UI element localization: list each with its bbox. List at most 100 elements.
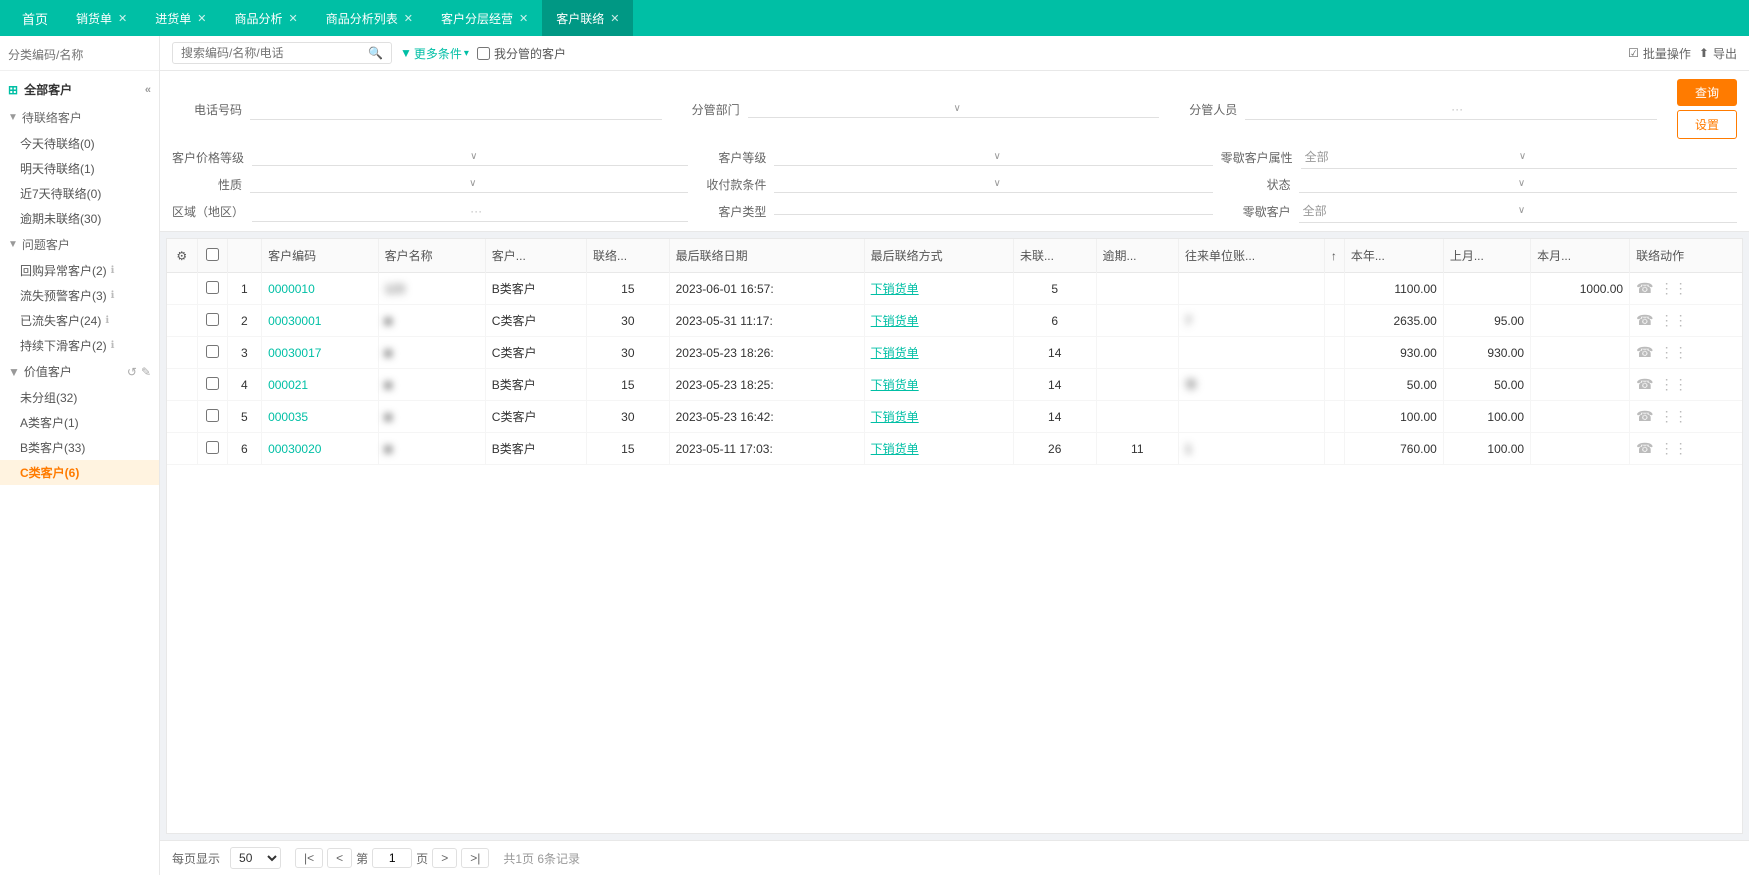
close-product-list-icon[interactable]: ✕	[404, 12, 413, 25]
more-icon[interactable]: ⋮⋮	[1660, 440, 1688, 457]
sidebar-item-c-class[interactable]: C类客户(6)	[0, 460, 159, 485]
close-customer-contact-icon[interactable]: ✕	[610, 12, 619, 25]
nav-sales[interactable]: 销货单 ✕	[62, 0, 141, 36]
phone-input[interactable]	[250, 99, 662, 120]
th-last-month[interactable]: 上月...	[1443, 239, 1530, 273]
contact-icon[interactable]: ☎	[1636, 312, 1653, 329]
refresh-icon[interactable]: ↺	[127, 365, 137, 379]
sidebar-group-problem[interactable]: ▼ 问题客户	[0, 231, 159, 258]
more-icon[interactable]: ⋮⋮	[1660, 312, 1688, 329]
th-overdue[interactable]: 逾期...	[1096, 239, 1179, 273]
th-last-contact-date[interactable]: 最后联络日期	[669, 239, 864, 273]
row-checkbox[interactable]	[206, 441, 219, 454]
td-last-contact-way[interactable]: 下销货单	[864, 337, 1013, 369]
td-code[interactable]: 000035	[262, 401, 379, 433]
td-last-contact-way[interactable]: 下销货单	[864, 433, 1013, 465]
more-icon[interactable]: ⋮⋮	[1660, 376, 1688, 393]
dept-select[interactable]: ∨	[748, 100, 1160, 118]
row-checkbox[interactable]	[206, 377, 219, 390]
td-last-contact-way[interactable]: 下销货单	[864, 273, 1013, 305]
sidebar-group-pending[interactable]: ▼ 待联络客户	[0, 104, 159, 131]
manager-select[interactable]: ···	[1245, 99, 1657, 120]
th-sort[interactable]: ↑	[1324, 239, 1344, 273]
th-last-contact-way[interactable]: 最后联络方式	[864, 239, 1013, 273]
nav-customer-segment[interactable]: 客户分层经营 ✕	[427, 0, 542, 36]
collapse-icon[interactable]: «	[145, 84, 151, 96]
nav-home[interactable]: 首页	[8, 0, 62, 36]
th-name[interactable]: 客户名称	[378, 239, 485, 273]
sidebar-item-a-class[interactable]: A类客户(1)	[0, 410, 159, 435]
payment-select[interactable]: ∨	[774, 175, 1212, 193]
page-number-input[interactable]	[372, 848, 412, 868]
th-unlinkdays[interactable]: 未联...	[1013, 239, 1096, 273]
row-checkbox[interactable]	[206, 313, 219, 326]
td-last-contact-way[interactable]: 下销货单	[864, 369, 1013, 401]
contact-icon[interactable]: ☎	[1636, 408, 1653, 425]
sidebar-group-value[interactable]: ▼ 价值客户 ↺ ✎	[0, 358, 159, 385]
more-conditions-btn[interactable]: ▼ 更多条件 ▾	[400, 45, 469, 62]
sidebar-item-overdue[interactable]: 逾期未联络(30)	[0, 206, 159, 231]
close-customer-segment-icon[interactable]: ✕	[519, 12, 528, 25]
th-history-amount[interactable]: 往来单位账...	[1179, 239, 1325, 273]
my-customers-checkbox[interactable]	[477, 47, 490, 60]
nature-select[interactable]: ∨	[250, 175, 688, 193]
region-select[interactable]: ···	[252, 201, 688, 222]
td-check[interactable]	[197, 273, 227, 305]
select-all-checkbox[interactable]	[206, 248, 219, 261]
per-page-select[interactable]: 50 100 200	[230, 847, 281, 869]
row-checkbox[interactable]	[206, 345, 219, 358]
filter-search-icon[interactable]: 🔍	[368, 46, 383, 60]
sidebar-item-today[interactable]: 今天待联络(0)	[0, 131, 159, 156]
sidebar-item-abnormal-repurchase[interactable]: 回购异常客户(2) ℹ	[0, 258, 159, 283]
query-btn[interactable]: 查询	[1677, 79, 1737, 106]
more-icon[interactable]: ⋮⋮	[1660, 280, 1688, 297]
settings-btn[interactable]: 设置	[1677, 110, 1737, 139]
td-check[interactable]	[197, 369, 227, 401]
close-sales-icon[interactable]: ✕	[118, 12, 127, 25]
sidebar-item-ungrouped[interactable]: 未分组(32)	[0, 385, 159, 410]
retail-customer-select[interactable]: 全部 ∨	[1299, 199, 1737, 223]
sidebar-item-churned[interactable]: 已流失客户(24) ℹ	[0, 308, 159, 333]
td-check[interactable]	[197, 433, 227, 465]
batch-op-btn[interactable]: ☑ 批量操作	[1628, 45, 1691, 62]
nav-product-analysis[interactable]: 商品分析 ✕	[220, 0, 311, 36]
row-checkbox[interactable]	[206, 281, 219, 294]
more-icon[interactable]: ⋮⋮	[1660, 408, 1688, 425]
td-code[interactable]: 00030020	[262, 433, 379, 465]
sidebar-search-input[interactable]	[8, 48, 160, 62]
td-code[interactable]: 00030001	[262, 305, 379, 337]
row-checkbox[interactable]	[206, 409, 219, 422]
sidebar-item-declining[interactable]: 持续下滑客户(2) ℹ	[0, 333, 159, 358]
sidebar-item-churn-warning[interactable]: 流失预警客户(3) ℹ	[0, 283, 159, 308]
td-check[interactable]	[197, 401, 227, 433]
contact-icon[interactable]: ☎	[1636, 344, 1653, 361]
prev-page-btn[interactable]: <	[327, 848, 352, 868]
th-gear[interactable]: ⚙	[167, 239, 197, 273]
sidebar-item-tomorrow[interactable]: 明天待联络(1)	[0, 156, 159, 181]
td-last-contact-way[interactable]: 下销货单	[864, 401, 1013, 433]
th-code[interactable]: 客户编码	[262, 239, 379, 273]
th-this-month[interactable]: 本月...	[1531, 239, 1630, 273]
sidebar-item-7days[interactable]: 近7天待联络(0)	[0, 181, 159, 206]
th-contact[interactable]: 联络...	[587, 239, 670, 273]
th-check[interactable]	[197, 239, 227, 273]
td-check[interactable]	[197, 305, 227, 337]
more-icon[interactable]: ⋮⋮	[1660, 344, 1688, 361]
customer-value-select[interactable]: ∨	[252, 148, 688, 166]
next-page-btn[interactable]: >	[432, 848, 457, 868]
filter-search-input[interactable]	[181, 46, 364, 60]
close-purchase-icon[interactable]: ✕	[197, 12, 206, 25]
close-product-analysis-icon[interactable]: ✕	[289, 12, 298, 25]
customer-level-select[interactable]: ∨	[774, 148, 1212, 166]
td-last-contact-way[interactable]: 下销货单	[864, 305, 1013, 337]
nav-product-analysis-list[interactable]: 商品分析列表 ✕	[312, 0, 427, 36]
my-customers-checkbox-label[interactable]: 我分管的客户	[477, 45, 566, 62]
td-code[interactable]: 00030017	[262, 337, 379, 369]
contact-icon[interactable]: ☎	[1636, 440, 1653, 457]
td-check[interactable]	[197, 337, 227, 369]
sidebar-item-b-class[interactable]: B类客户(33)	[0, 435, 159, 460]
td-code[interactable]: 000021	[262, 369, 379, 401]
contact-icon[interactable]: ☎	[1636, 376, 1653, 393]
td-code[interactable]: 0000010	[262, 273, 379, 305]
export-btn[interactable]: ⬆ 导出	[1699, 45, 1737, 62]
